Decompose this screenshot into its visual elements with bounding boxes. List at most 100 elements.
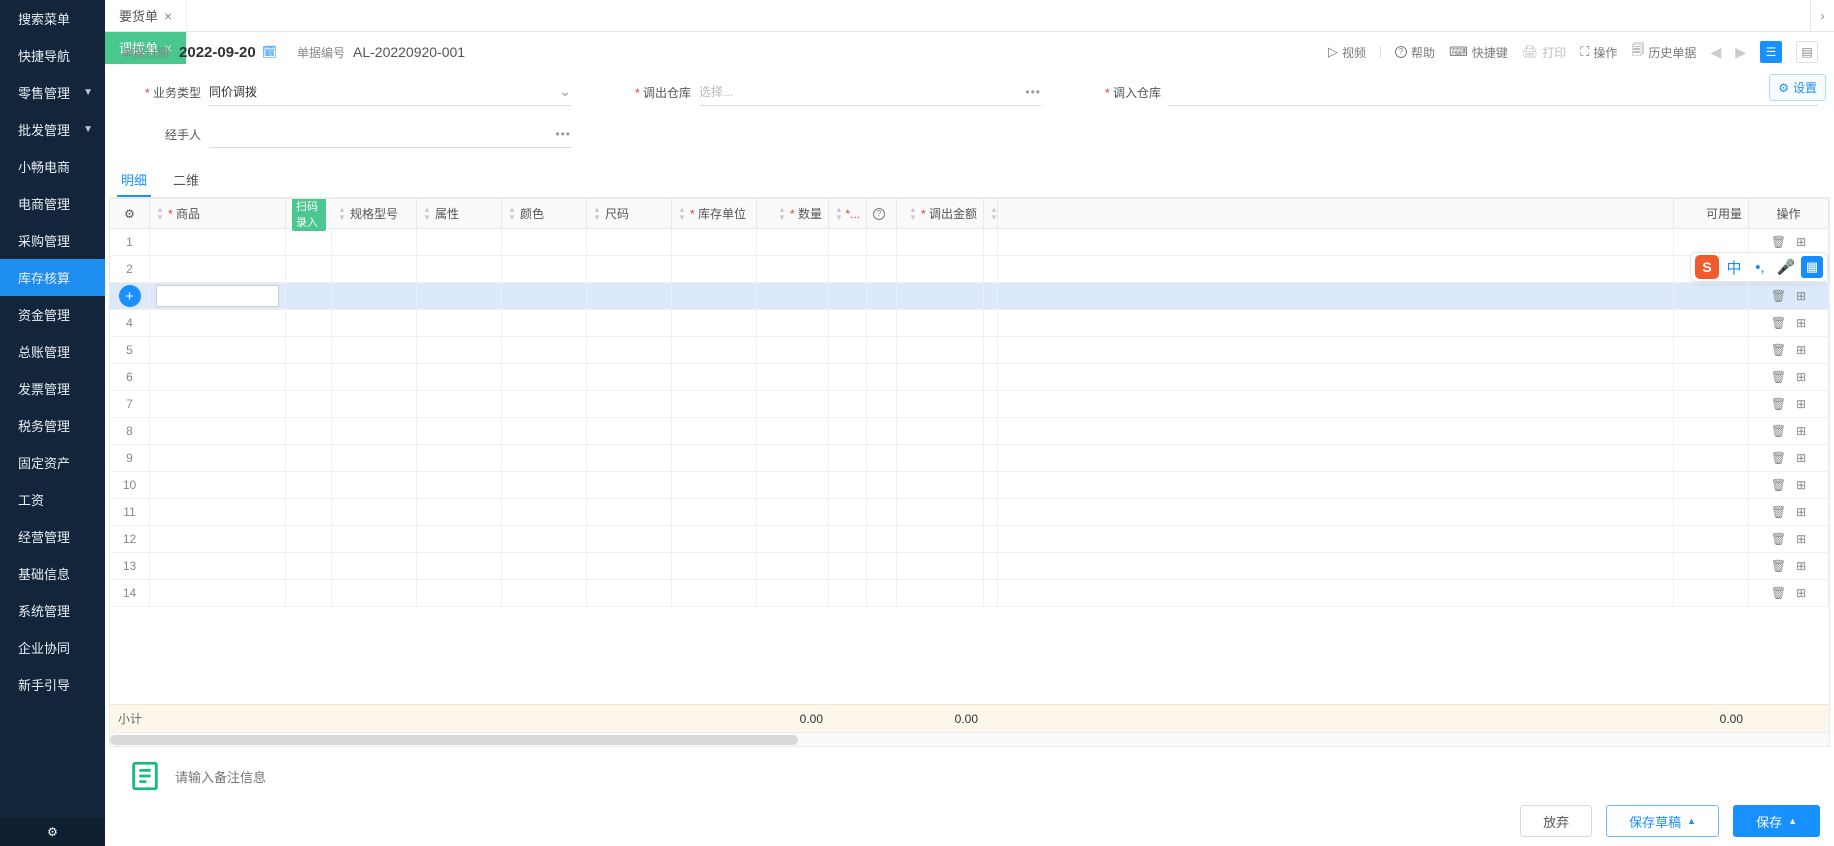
cell-qty[interactable] [757, 472, 829, 498]
copy-row-icon[interactable]: ⊞ [1796, 289, 1806, 303]
col-unit[interactable]: ▲▼* 库存单位 [672, 199, 757, 228]
sidebar-item-9[interactable]: 总账管理 [0, 333, 105, 370]
cell-size[interactable] [587, 229, 672, 255]
cell-info[interactable] [867, 256, 897, 282]
cell-info[interactable] [867, 337, 897, 363]
cell-size[interactable] [587, 499, 672, 525]
cell-scan[interactable] [286, 445, 332, 471]
delete-row-icon[interactable]: 🗑 [1771, 586, 1786, 600]
cell-short[interactable] [829, 526, 867, 552]
sidebar-item-17[interactable]: 企业协同 [0, 629, 105, 666]
delete-row-icon[interactable]: 🗑 [1771, 424, 1786, 438]
cell-color[interactable] [502, 472, 587, 498]
cell-color[interactable] [502, 580, 587, 606]
cell-scan[interactable] [286, 337, 332, 363]
ime-toolbar[interactable]: S 中 •, 🎤 ▦ [1690, 252, 1828, 282]
cell-amount[interactable] [897, 391, 984, 417]
table-row[interactable]: 8🗑⊞ [110, 418, 1829, 445]
copy-row-icon[interactable]: ⊞ [1796, 343, 1806, 357]
table-row[interactable]: 7🗑⊞ [110, 391, 1829, 418]
calendar-icon[interactable]: 🗓 [262, 45, 277, 59]
settings-button[interactable]: ⚙设置 [1769, 74, 1826, 101]
ime-lang[interactable]: 中 [1723, 256, 1745, 278]
table-row[interactable]: 2🗑⊞ [110, 256, 1829, 283]
close-icon[interactable]: × [164, 8, 172, 24]
delete-row-icon[interactable]: 🗑 [1771, 559, 1786, 573]
cell-product[interactable] [150, 499, 286, 525]
cell-size[interactable] [587, 472, 672, 498]
cell-qty[interactable] [757, 526, 829, 552]
cell-product[interactable] [150, 472, 286, 498]
cell-short[interactable] [829, 229, 867, 255]
cell-short[interactable] [829, 283, 867, 309]
copy-row-icon[interactable]: ⊞ [1796, 370, 1806, 384]
config-column-icon[interactable]: ⚙ [110, 199, 150, 228]
cell-short[interactable] [829, 472, 867, 498]
cell-available[interactable] [1674, 553, 1749, 579]
cell-available[interactable] [1674, 391, 1749, 417]
delete-row-icon[interactable]: 🗑 [1771, 316, 1786, 330]
sidebar-item-12[interactable]: 固定资产 [0, 444, 105, 481]
cell-unit[interactable] [672, 229, 757, 255]
cell-amount[interactable] [897, 445, 984, 471]
more-icon[interactable]: ••• [1025, 85, 1041, 99]
discard-button[interactable]: 放弃 [1520, 805, 1592, 837]
cell-amount[interactable] [897, 283, 984, 309]
copy-row-icon[interactable]: ⊞ [1796, 478, 1806, 492]
history-link[interactable]: 🗐历史单据 [1631, 41, 1696, 63]
cell-qty[interactable] [757, 364, 829, 390]
cell-available[interactable] [1674, 283, 1749, 309]
cell-available[interactable] [1674, 580, 1749, 606]
cell-available[interactable] [1674, 499, 1749, 525]
cell-scan[interactable] [286, 580, 332, 606]
cell-product[interactable] [150, 364, 286, 390]
cell-amount[interactable] [897, 553, 984, 579]
cell-color[interactable] [502, 283, 587, 309]
cell-scan[interactable] [286, 391, 332, 417]
cell-product[interactable] [150, 580, 286, 606]
cell-available[interactable] [1674, 418, 1749, 444]
cell-attr[interactable] [417, 499, 502, 525]
cell-amount[interactable] [897, 364, 984, 390]
cell-attr[interactable] [417, 283, 502, 309]
sidebar-item-8[interactable]: 资金管理 [0, 296, 105, 333]
cell-info[interactable] [867, 283, 897, 309]
product-input[interactable] [156, 285, 279, 307]
table-row[interactable]: 10🗑⊞ [110, 472, 1829, 499]
delete-row-icon[interactable]: 🗑 [1771, 532, 1786, 546]
sidebar-item-2[interactable]: 零售管理▼ [0, 74, 105, 111]
cell-unit[interactable] [672, 580, 757, 606]
cell-qty[interactable] [757, 391, 829, 417]
cell-unit[interactable] [672, 256, 757, 282]
copy-row-icon[interactable]: ⊞ [1796, 235, 1806, 249]
video-link[interactable]: ▷视频 [1328, 44, 1366, 61]
cell-attr[interactable] [417, 445, 502, 471]
cell-qty[interactable] [757, 310, 829, 336]
cell-info[interactable] [867, 391, 897, 417]
col-short[interactable]: ▲▼*... [829, 199, 867, 228]
copy-row-icon[interactable]: ⊞ [1796, 451, 1806, 465]
cell-product[interactable] [150, 229, 286, 255]
cell-qty[interactable] [757, 256, 829, 282]
cell-color[interactable] [502, 499, 587, 525]
cell-product[interactable] [150, 310, 286, 336]
cell-spec[interactable] [332, 553, 417, 579]
cell-spec[interactable] [332, 499, 417, 525]
cell-info[interactable] [867, 229, 897, 255]
delete-row-icon[interactable]: 🗑 [1771, 370, 1786, 384]
cell-info[interactable] [867, 310, 897, 336]
cell-attr[interactable] [417, 472, 502, 498]
cell-short[interactable] [829, 337, 867, 363]
delete-row-icon[interactable]: 🗑 [1771, 235, 1786, 249]
table-row[interactable]: +🗑⊞ [110, 283, 1829, 310]
more-icon[interactable]: ••• [555, 127, 571, 141]
cell-size[interactable] [587, 391, 672, 417]
cell-product[interactable] [150, 526, 286, 552]
cell-amount[interactable] [897, 472, 984, 498]
cell-info[interactable] [867, 472, 897, 498]
cell-color[interactable] [502, 418, 587, 444]
cell-scan[interactable] [286, 364, 332, 390]
cell-color[interactable] [502, 526, 587, 552]
save-draft-button[interactable]: 保存草稿▲ [1606, 805, 1719, 837]
cell-amount[interactable] [897, 418, 984, 444]
